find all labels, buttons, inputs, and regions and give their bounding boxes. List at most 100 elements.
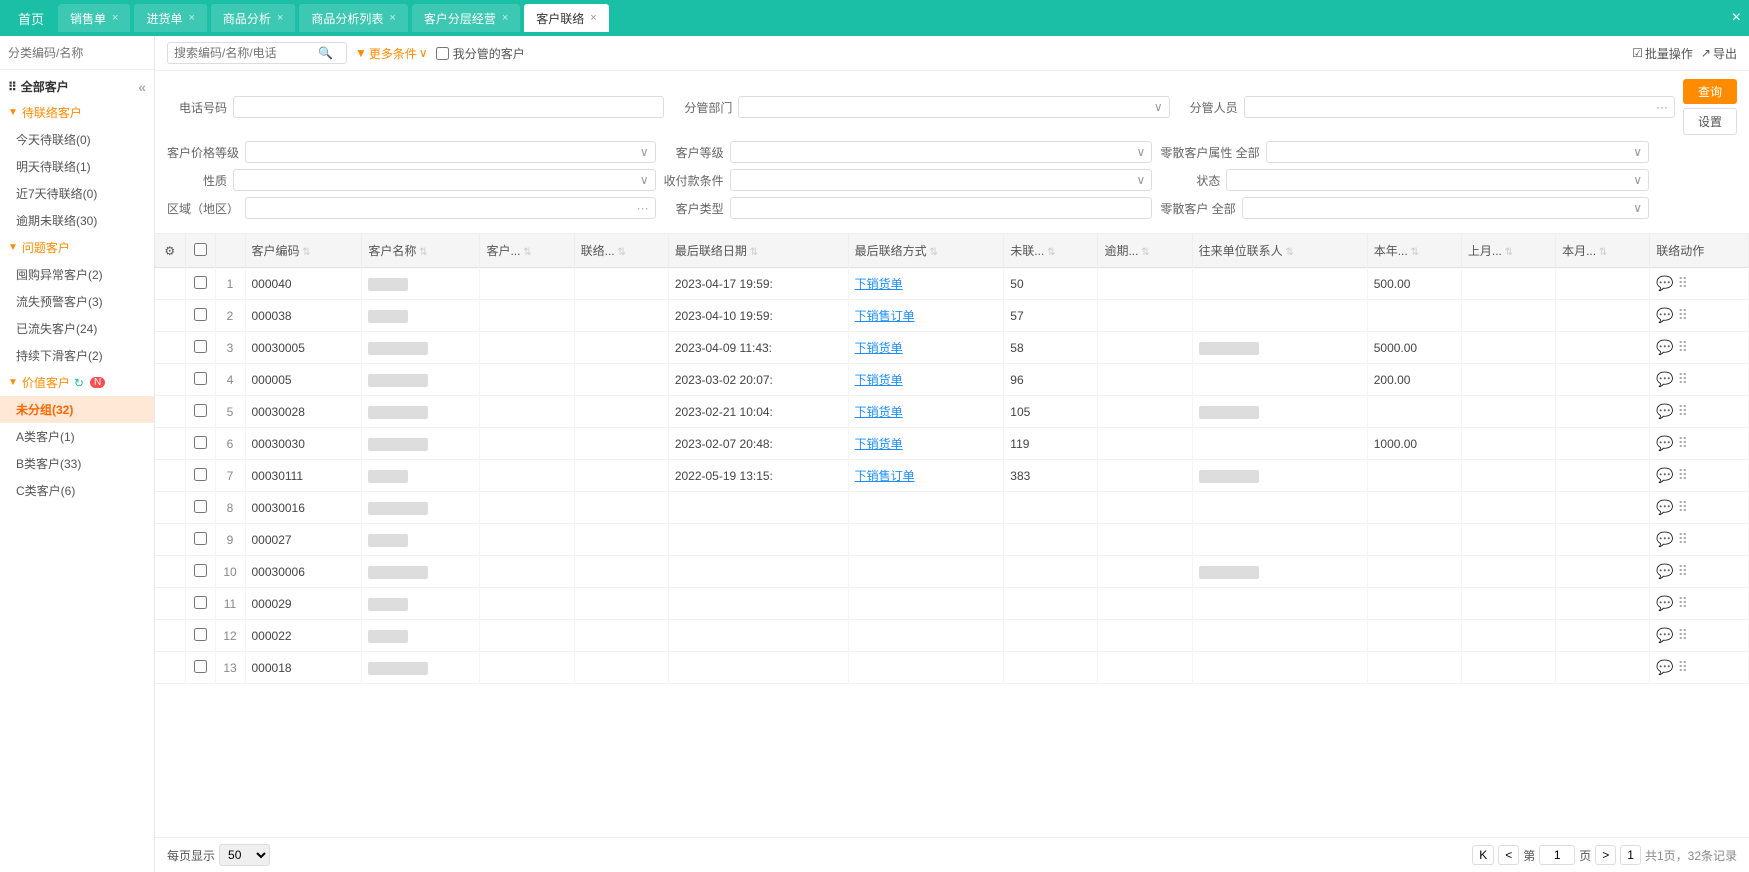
contact-icon[interactable]: 💬 xyxy=(1656,339,1673,356)
checkbox-cell[interactable] xyxy=(185,620,215,652)
contact-icon[interactable]: 💬 xyxy=(1656,499,1673,516)
checkbox-cell[interactable] xyxy=(185,588,215,620)
row-checkbox[interactable] xyxy=(194,596,207,609)
contact-icon[interactable]: 💬 xyxy=(1656,595,1673,612)
sidebar-item-7days[interactable]: 近7天待联络(0) xyxy=(0,180,154,207)
close-sales-tab[interactable]: × xyxy=(112,12,118,24)
nature-select[interactable]: ∨ xyxy=(233,169,656,191)
row-checkbox[interactable] xyxy=(194,436,207,449)
row-checkbox[interactable] xyxy=(194,628,207,641)
my-customers-checkbox[interactable] xyxy=(436,47,449,60)
settings-col-header[interactable]: ⚙ xyxy=(155,234,185,268)
more-action-icon[interactable]: ⠿ xyxy=(1678,435,1688,452)
checkbox-col-header[interactable] xyxy=(185,234,215,268)
last-contact-way-link[interactable]: 下销售订单 xyxy=(855,309,915,323)
sidebar-item-tomorrow[interactable]: 明天待联络(1) xyxy=(0,153,154,180)
row-checkbox[interactable] xyxy=(194,532,207,545)
sidebar-item-overdue[interactable]: 逾期未联络(30) xyxy=(0,207,154,234)
tab-product-analysis-list[interactable]: 商品分析列表 × xyxy=(299,4,407,32)
row-checkbox[interactable] xyxy=(194,308,207,321)
tab-purchase[interactable]: 进货单 × xyxy=(134,4,206,32)
this-month-col-header[interactable]: 本月... xyxy=(1556,234,1650,268)
checkbox-cell[interactable] xyxy=(185,396,215,428)
more-action-icon[interactable]: ⠿ xyxy=(1678,595,1688,612)
unit-contact-col-header[interactable]: 往来单位联系人 xyxy=(1192,234,1367,268)
checkbox-cell[interactable] xyxy=(185,268,215,300)
sidebar-search-input[interactable] xyxy=(8,46,155,60)
search-icon[interactable]: 🔍 xyxy=(318,46,333,60)
contact-icon[interactable]: 💬 xyxy=(1656,403,1673,420)
last-page-btn[interactable]: 1 xyxy=(1620,845,1641,865)
status-select[interactable]: ∨ xyxy=(1226,169,1649,191)
last-contact-date-col-header[interactable]: 最后联络日期 xyxy=(668,234,848,268)
more-action-icon[interactable]: ⠿ xyxy=(1678,339,1688,356)
checkbox-cell[interactable] xyxy=(185,428,215,460)
tab-product-analysis[interactable]: 商品分析 × xyxy=(211,4,295,32)
more-action-icon[interactable]: ⠿ xyxy=(1678,531,1688,548)
phone-input[interactable] xyxy=(233,96,664,118)
overdue-col-header[interactable]: 逾期... xyxy=(1098,234,1192,268)
close-product-analysis-tab[interactable]: × xyxy=(277,12,283,24)
page-size-select[interactable]: 50 20 100 xyxy=(219,844,270,866)
more-action-icon[interactable]: ⠿ xyxy=(1678,627,1688,644)
custtype-col-header[interactable]: 客户... xyxy=(480,234,574,268)
row-checkbox[interactable] xyxy=(194,500,207,513)
contact-col-header[interactable]: 联络... xyxy=(574,234,668,268)
last-contact-way-link[interactable]: 下销售订单 xyxy=(855,469,915,483)
contact-icon[interactable]: 💬 xyxy=(1656,659,1673,676)
sidebar-group-pending[interactable]: ▼ 待联络客户 xyxy=(0,99,154,126)
dept-select[interactable]: ∨ xyxy=(738,96,1169,118)
contact-icon[interactable]: 💬 xyxy=(1656,275,1673,292)
close-window-btn[interactable]: × xyxy=(1732,9,1741,27)
row-checkbox[interactable] xyxy=(194,660,207,673)
all-customers-title[interactable]: ⠿ 全部客户 « xyxy=(0,70,154,99)
checkbox-cell[interactable] xyxy=(185,652,215,684)
more-action-icon[interactable]: ⠿ xyxy=(1678,403,1688,420)
contact-icon[interactable]: 💬 xyxy=(1656,563,1673,580)
row-checkbox[interactable] xyxy=(194,276,207,289)
payment-select[interactable]: ∨ xyxy=(730,169,1153,191)
row-checkbox[interactable] xyxy=(194,340,207,353)
sidebar-item-c-class[interactable]: C类客户(6) xyxy=(0,477,154,504)
last-contact-way-col-header[interactable]: 最后联络方式 xyxy=(848,234,1004,268)
sidebar-item-declining[interactable]: 持续下滑客户(2) xyxy=(0,342,154,369)
contact-icon[interactable]: 💬 xyxy=(1656,371,1673,388)
collapse-btn[interactable]: « xyxy=(138,79,146,95)
page-input[interactable] xyxy=(1539,845,1575,865)
contact-icon[interactable]: 💬 xyxy=(1656,627,1673,644)
last-contact-way-link[interactable]: 下销货单 xyxy=(855,405,903,419)
this-year-col-header[interactable]: 本年... xyxy=(1367,234,1461,268)
contact-icon[interactable]: 💬 xyxy=(1656,467,1673,484)
close-purchase-tab[interactable]: × xyxy=(188,12,194,24)
not-contact-col-header[interactable]: 未联... xyxy=(1004,234,1098,268)
more-action-icon[interactable]: ⠿ xyxy=(1678,467,1688,484)
name-col-header[interactable]: 客户名称 xyxy=(362,234,480,268)
row-checkbox[interactable] xyxy=(194,372,207,385)
close-customer-contact-tab[interactable]: × xyxy=(590,12,596,24)
row-checkbox[interactable] xyxy=(194,468,207,481)
sidebar-group-problem[interactable]: ▼ 问题客户 xyxy=(0,234,154,261)
close-product-analysis-list-tab[interactable]: × xyxy=(389,12,395,24)
more-action-icon[interactable]: ⠿ xyxy=(1678,659,1688,676)
more-action-icon[interactable]: ⠿ xyxy=(1678,307,1688,324)
query-button[interactable]: 查询 xyxy=(1683,79,1737,104)
manager-select[interactable]: ··· xyxy=(1244,96,1675,118)
main-search-input[interactable] xyxy=(174,46,314,60)
retail-attr-select[interactable]: ∨ xyxy=(1266,141,1649,163)
contact-icon[interactable]: 💬 xyxy=(1656,531,1673,548)
checkbox-cell[interactable] xyxy=(185,332,215,364)
checkbox-cell[interactable] xyxy=(185,524,215,556)
code-col-header[interactable]: 客户编码 xyxy=(245,234,362,268)
checkbox-cell[interactable] xyxy=(185,492,215,524)
checkbox-cell[interactable] xyxy=(185,300,215,332)
sidebar-group-value[interactable]: ▼ 价值客户 ↻ N xyxy=(0,369,154,396)
sidebar-item-a-class[interactable]: A类客户(1) xyxy=(0,423,154,450)
last-contact-way-link[interactable]: 下销货单 xyxy=(855,277,903,291)
region-select[interactable]: ··· xyxy=(245,197,656,219)
sidebar-item-abnormal[interactable]: 囤购异常客户(2) xyxy=(0,261,154,288)
next-page-btn[interactable]: > xyxy=(1595,845,1616,865)
reset-button[interactable]: 设置 xyxy=(1683,108,1737,135)
more-action-icon[interactable]: ⠿ xyxy=(1678,499,1688,516)
last-contact-way-link[interactable]: 下销货单 xyxy=(855,341,903,355)
more-action-icon[interactable]: ⠿ xyxy=(1678,275,1688,292)
